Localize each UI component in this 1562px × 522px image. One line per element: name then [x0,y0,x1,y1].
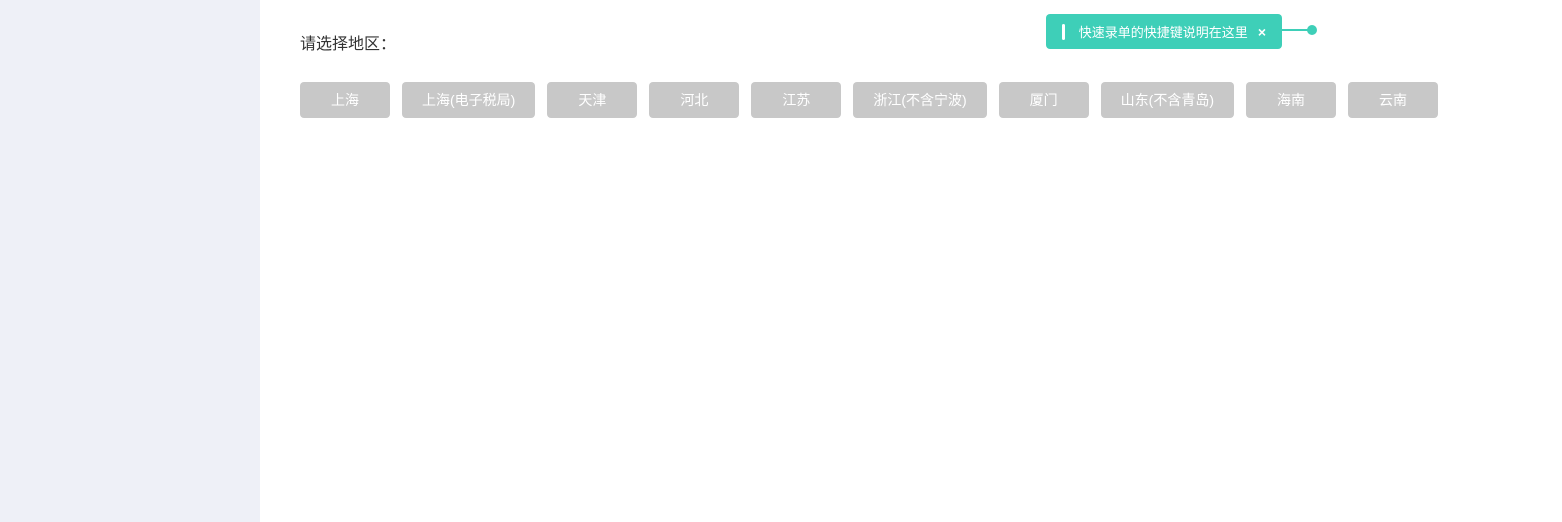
region-button-shandong[interactable]: 山东(不含青岛) [1101,82,1234,118]
sidebar [0,0,260,522]
region-button-zhejiang[interactable]: 浙江(不含宁波) [853,82,986,118]
region-button-xiamen[interactable]: 厦门 [999,82,1089,118]
tooltip-close-button[interactable]: × [1258,25,1266,39]
region-button-jiangsu[interactable]: 江苏 [751,82,841,118]
region-button-tianjin[interactable]: 天津 [547,82,637,118]
tooltip-text: 快速录单的快捷键说明在这里 [1079,22,1248,41]
main-content: 请选择地区： 上海上海(电子税局) 天津河北江苏浙江(不含宁波) 厦门山东(不含青岛… [260,0,1562,522]
region-button-shanghai[interactable]: 上海 [300,82,390,118]
region-button-hebei[interactable]: 河北 [649,82,739,118]
tooltip-connector-dot [1307,25,1317,35]
region-buttons-container: 上海上海(电子税局) 天津河北江苏浙江(不含宁波) 厦门山东(不含青岛) 海南云南 [300,82,1522,118]
tooltip-banner: 快速录单的快捷键说明在这里 × [1046,14,1282,49]
region-button-hainan[interactable]: 海南 [1246,82,1336,118]
region-button-yunnan[interactable]: 云南 [1348,82,1438,118]
region-button-shanghai-etax[interactable]: 上海(电子税局) [402,82,535,118]
page-title: 请选择地区： [300,30,1522,54]
